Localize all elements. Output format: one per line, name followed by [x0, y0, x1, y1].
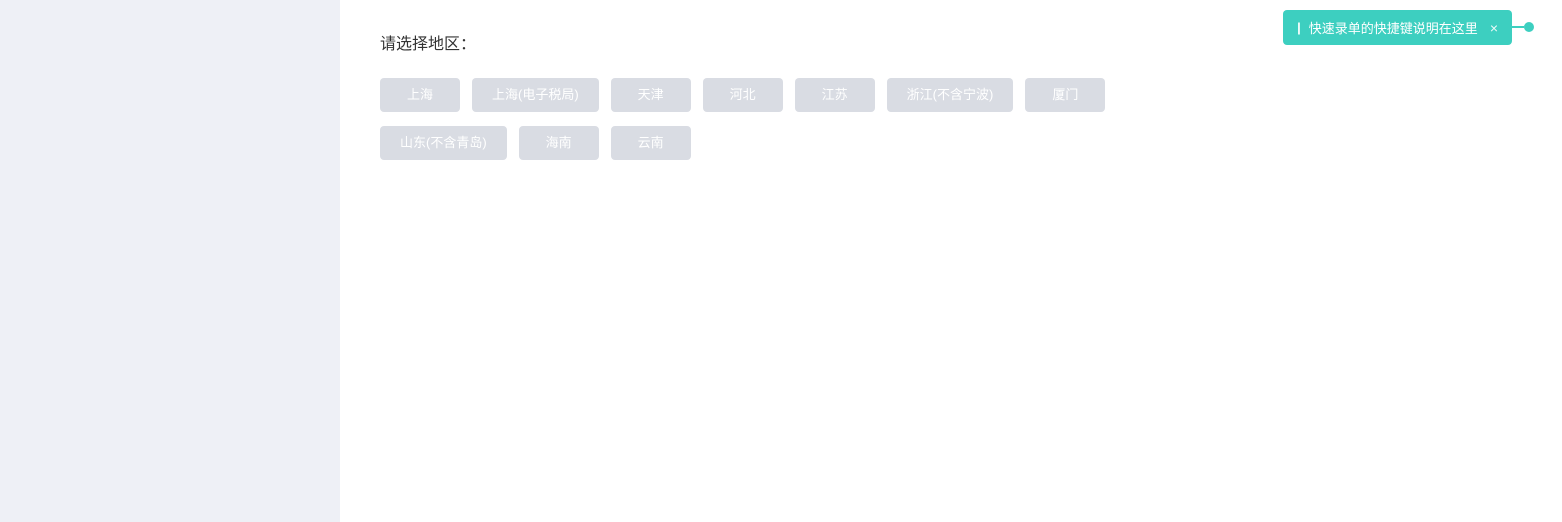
region-btn-yunnan[interactable]: 云南 [611, 126, 691, 160]
region-btn-hainan[interactable]: 海南 [519, 126, 599, 160]
region-btn-zhejiang[interactable]: 浙江(不含宁波) [887, 78, 1014, 112]
tooltip-connector [1510, 26, 1524, 28]
region-row-1: 上海上海(电子税局) 天津河北江苏浙江(不含宁波) 厦门 [380, 78, 1522, 112]
tooltip-close-button[interactable]: × [1490, 20, 1498, 36]
tooltip-dot [1524, 22, 1534, 32]
region-btn-shanghai[interactable]: 上海 [380, 78, 460, 112]
tooltip-text: 快速录单的快捷键说明在这里 [1309, 18, 1478, 37]
main-content: 请选择地区： 上海上海(电子税局)天津河北江苏浙江(不含宁波)厦门 山东(不含青… [340, 0, 1562, 522]
region-btn-shandong[interactable]: 山东(不含青岛) [380, 126, 507, 160]
tooltip-banner: 快速录单的快捷键说明在这里 × [1283, 10, 1512, 45]
region-btn-tianjin[interactable]: 天津 [611, 78, 691, 112]
region-btn-jiangsu[interactable]: 江苏 [795, 78, 875, 112]
region-btn-hebei[interactable]: 河北 [703, 78, 783, 112]
region-row-2: 山东(不含青岛) 海南云南 [380, 126, 1522, 160]
region-btn-xiamen[interactable]: 厦门 [1025, 78, 1105, 112]
region-btn-shanghai-etax[interactable]: 上海(电子税局) [472, 78, 599, 112]
left-sidebar [0, 0, 340, 522]
